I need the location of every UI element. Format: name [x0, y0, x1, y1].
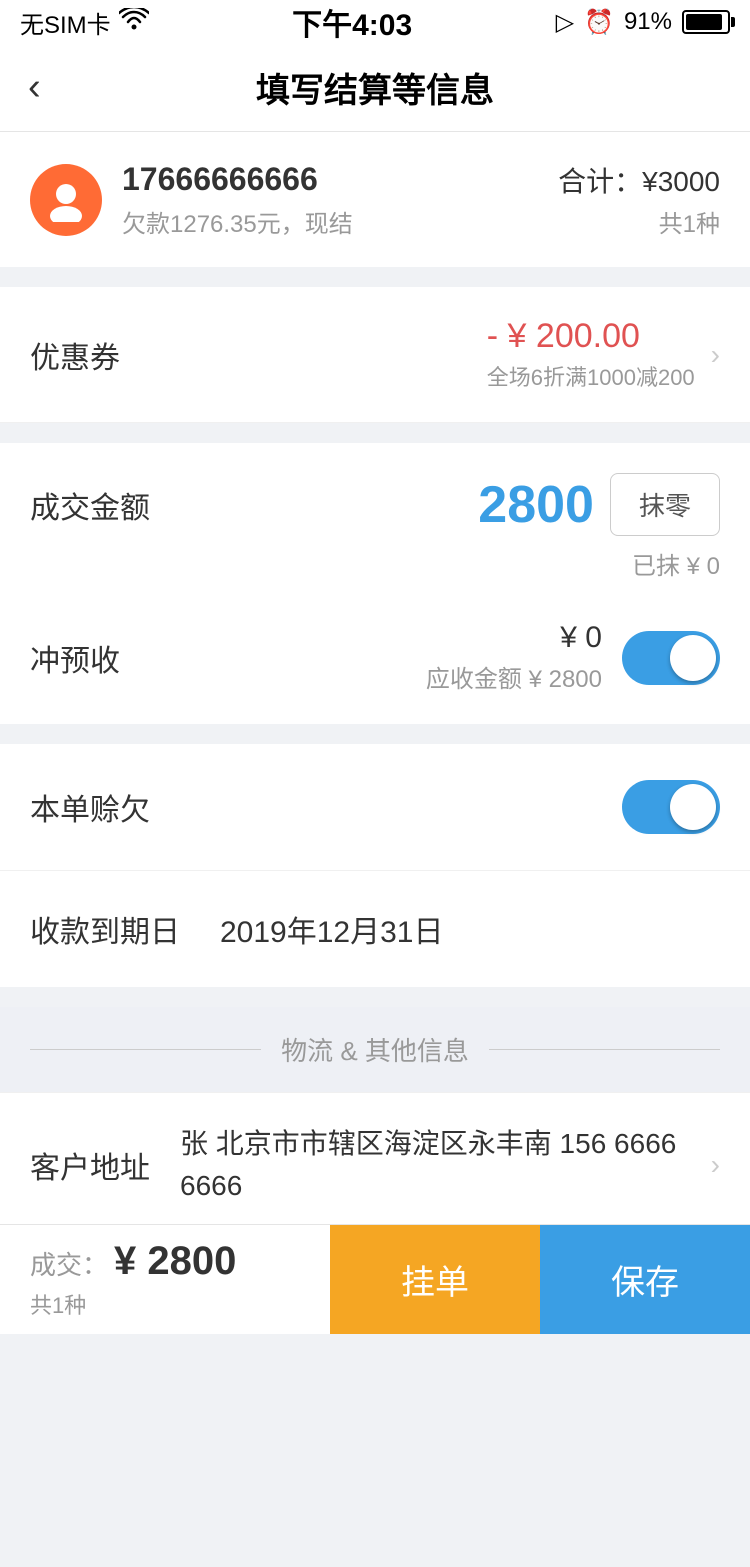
alarm-icon: ⏰: [584, 8, 614, 37]
deal-sub: 已抹 ¥ 0: [632, 553, 720, 580]
deal-right: 2800 抹零: [478, 473, 720, 536]
total-label: 合计：¥3000: [558, 160, 720, 200]
customer-left: 17666666666 欠款1276.35元，现结: [30, 161, 353, 239]
coupon-amount: - ¥ 200.00: [487, 317, 695, 356]
bottom-info: 成交： ¥ 2800 共1种: [0, 1225, 330, 1334]
bendan-row: 本单赊欠: [0, 744, 750, 870]
bottom-count: 共1种: [30, 1288, 300, 1320]
bendan-label: 本单赊欠: [30, 785, 150, 829]
carrier-text: 无SIM卡: [20, 5, 111, 40]
deal-section: 成交金额 2800 抹零 已抹 ¥ 0 冲预收 ¥ 0 应收金额 ¥ 2800: [0, 443, 750, 724]
separator-4: [0, 987, 750, 1007]
chong-toggle[interactable]: [622, 631, 720, 685]
baocun-button[interactable]: 保存: [540, 1225, 750, 1334]
user-phone: 17666666666: [122, 161, 353, 198]
location-icon: ▷: [556, 8, 574, 37]
total-label-text: 合计：: [558, 166, 642, 197]
coupon-desc: 全场6折满1000减200: [487, 360, 695, 392]
logistics-line-left: [30, 1049, 261, 1050]
status-bar: 无SIM卡 下午4:03 ▷ ⏰ 91%: [0, 0, 750, 44]
status-left: 无SIM卡: [20, 5, 149, 40]
bottom-padding: [0, 1457, 750, 1567]
chong-row: 冲预收 ¥ 0 应收金额 ¥ 2800: [0, 601, 750, 724]
logistics-text: 物流 & 其他信息: [281, 1031, 469, 1068]
chong-sub-text: 应收金额 ¥ 2800: [426, 659, 602, 694]
chengjiao-label: 成交：: [30, 1245, 108, 1282]
date-row: 收款到期日 2019年12月31日: [0, 870, 750, 987]
bendan-toggle-knob: [670, 784, 716, 830]
toggle-knob: [670, 635, 716, 681]
chong-label: 冲预收: [30, 636, 120, 680]
guadan-button[interactable]: 挂单: [330, 1225, 540, 1334]
bendan-toggle[interactable]: [622, 780, 720, 834]
separator-2: [0, 423, 750, 443]
status-time: 下午4:03: [292, 0, 412, 44]
separator-3: [0, 724, 750, 744]
divider-1: [0, 267, 750, 287]
deal-value: 2800: [478, 475, 594, 535]
logistics-line-right: [489, 1049, 720, 1050]
user-info: 17666666666 欠款1276.35元，现结: [122, 161, 353, 239]
customer-right: 合计：¥3000 共1种: [558, 160, 720, 239]
logistics-divider: 物流 & 其他信息: [0, 1007, 750, 1092]
address-row[interactable]: 客户地址 张 北京市市辖区海淀区永丰南 156 6666 6666 ›: [0, 1092, 750, 1237]
chevron-right-icon: ›: [711, 339, 720, 371]
battery-percent: 91%: [624, 8, 672, 36]
deal-label: 成交金额: [30, 483, 150, 527]
deal-row: 成交金额 2800 抹零: [0, 443, 750, 546]
nav-title: 填写结算等信息: [256, 63, 494, 112]
address-label: 客户地址: [30, 1143, 150, 1187]
chong-right: ¥ 0 应收金额 ¥ 2800: [426, 621, 720, 694]
date-label: 收款到期日: [30, 907, 180, 951]
wifi-icon: [119, 8, 149, 37]
avatar: [30, 164, 102, 236]
bottom-bar: 成交： ¥ 2800 共1种 挂单 保存: [0, 1224, 750, 1334]
address-chevron-icon: ›: [711, 1149, 720, 1181]
status-right: ▷ ⏰ 91%: [556, 8, 730, 37]
chong-amount: ¥ 0 应收金额 ¥ 2800: [426, 621, 602, 694]
total-amount: ¥3000: [642, 166, 720, 197]
round-btn[interactable]: 抹零: [610, 473, 720, 536]
total-count: 共1种: [558, 204, 720, 239]
date-value: 2019年12月31日: [220, 907, 443, 951]
back-button[interactable]: ‹: [28, 66, 41, 109]
coupon-label: 优惠券: [30, 333, 120, 377]
customer-card: 17666666666 欠款1276.35元，现结 合计：¥3000 共1种: [0, 132, 750, 267]
bottom-amount: ¥ 2800: [114, 1239, 236, 1284]
coupon-row[interactable]: 优惠券 - ¥ 200.00 全场6折满1000减200 ›: [0, 287, 750, 423]
chong-main-amount: ¥ 0: [426, 621, 602, 655]
coupon-right: - ¥ 200.00 全场6折满1000减200 ›: [487, 317, 720, 392]
user-subtitle: 欠款1276.35元，现结: [122, 204, 353, 239]
battery-icon: [682, 10, 730, 34]
nav-bar: ‹ 填写结算等信息: [0, 44, 750, 132]
address-value: 张 北京市市辖区海淀区永丰南 156 6666 6666: [180, 1123, 711, 1207]
